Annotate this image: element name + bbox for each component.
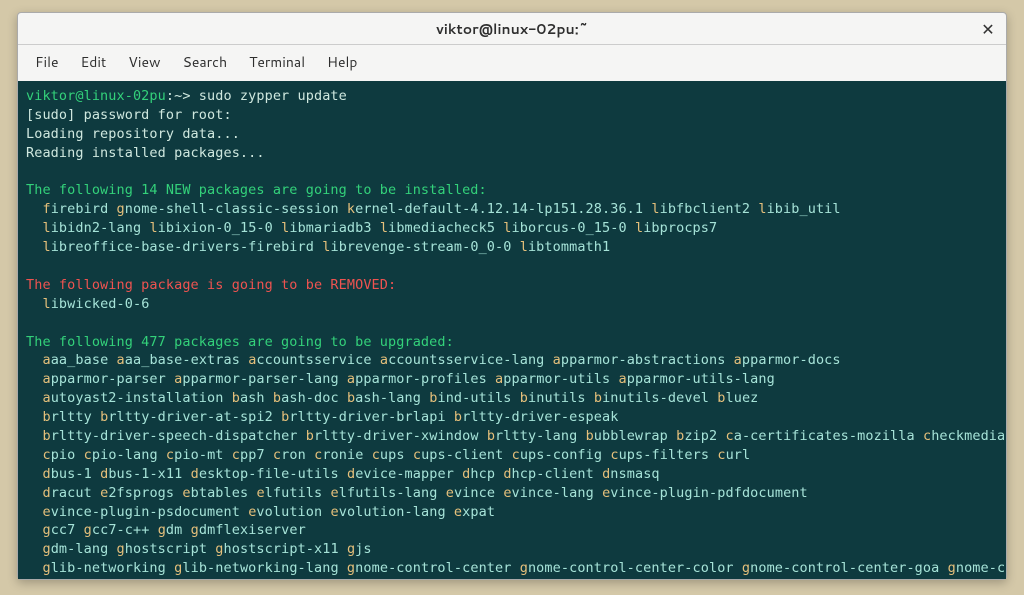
terminal-output[interactable]: viktor@linux-02pu:~> sudo zypper update … xyxy=(18,81,1006,579)
menu-view[interactable]: View xyxy=(119,49,169,75)
menu-help[interactable]: Help xyxy=(318,49,366,75)
menubar: File Edit View Search Terminal Help xyxy=(18,45,1006,81)
menu-search[interactable]: Search xyxy=(174,49,237,75)
close-icon[interactable]: ✕ xyxy=(978,19,998,39)
menu-edit[interactable]: Edit xyxy=(72,49,116,75)
menu-file[interactable]: File xyxy=(26,49,68,75)
terminal-window: viktor@linux-02pu:~ ✕ File Edit View Sea… xyxy=(17,12,1007,580)
window-title: viktor@linux-02pu:~ xyxy=(436,19,588,39)
menu-terminal[interactable]: Terminal xyxy=(240,49,314,75)
titlebar: viktor@linux-02pu:~ ✕ xyxy=(18,13,1006,45)
